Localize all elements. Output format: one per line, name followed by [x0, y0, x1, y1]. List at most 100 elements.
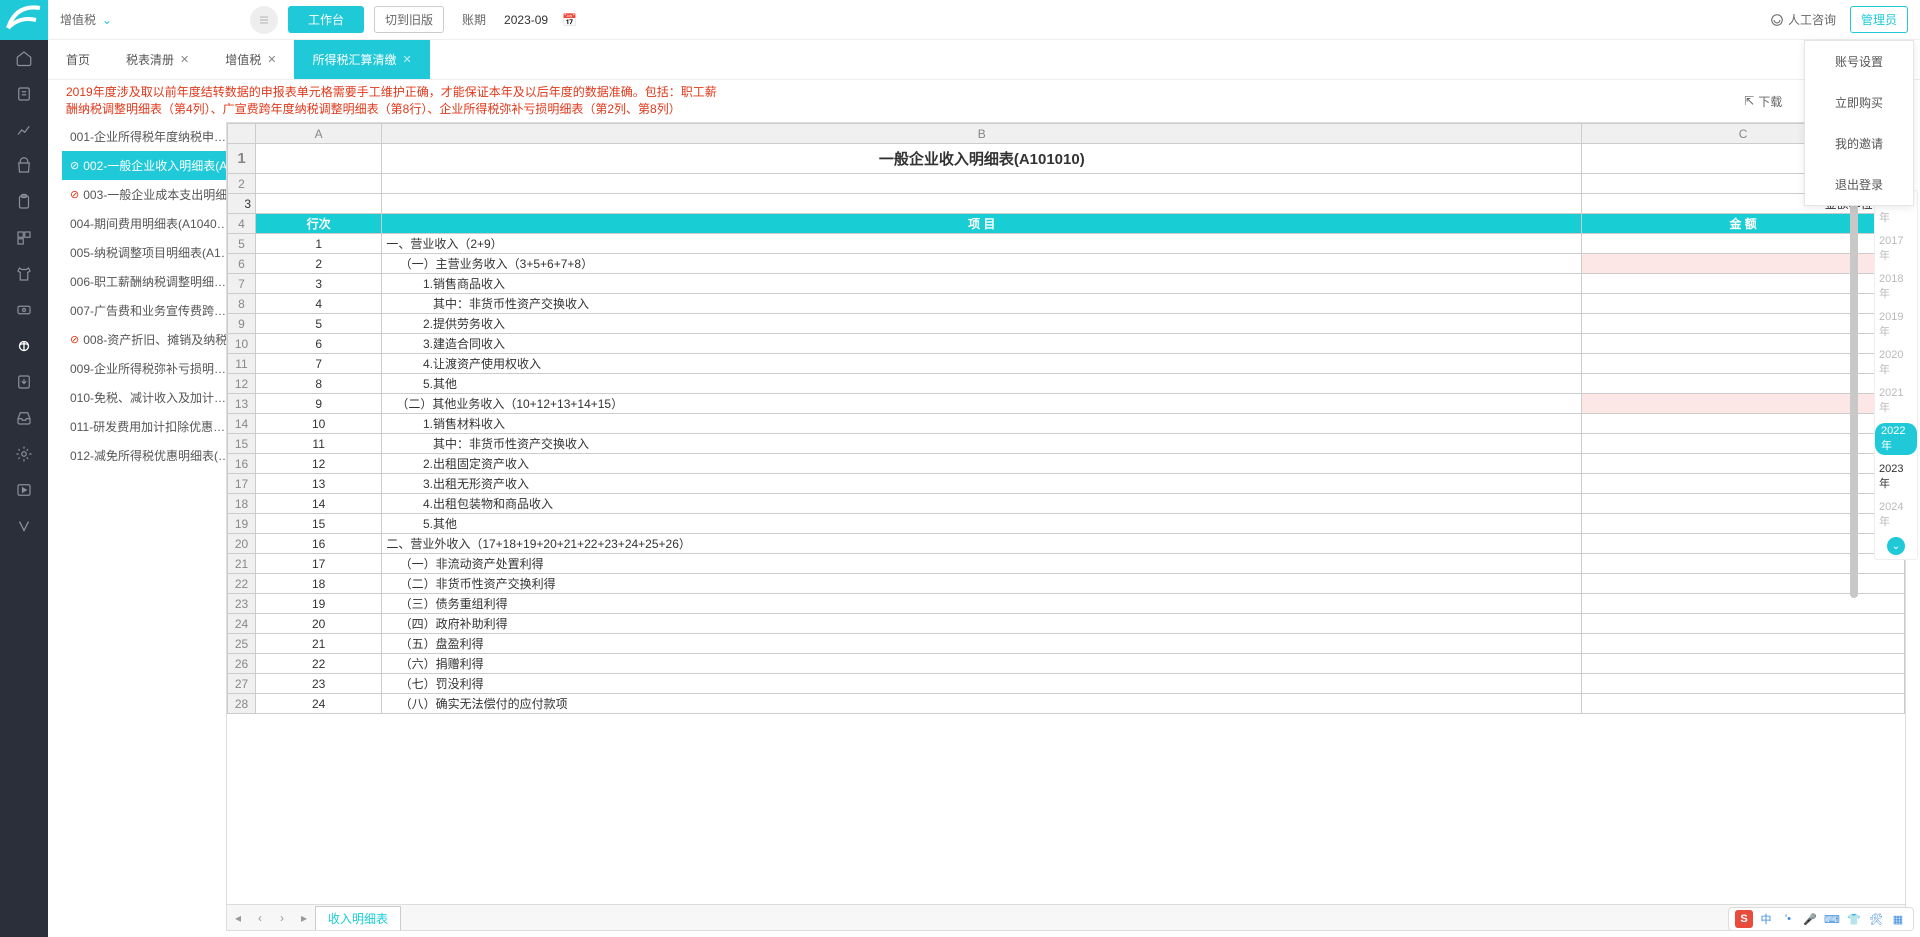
nav-tax-icon[interactable]: [0, 328, 48, 364]
ime-lang[interactable]: 中: [1757, 910, 1775, 928]
row-num: 2: [256, 254, 382, 274]
row-num: 1: [256, 234, 382, 254]
row-item: （七）罚没利得: [382, 674, 1582, 694]
form-item-2[interactable]: ⊘003-一般企业成本支出明细…: [62, 180, 226, 209]
row-item: （五）盘盈利得: [382, 634, 1582, 654]
nav-play-icon[interactable]: [0, 472, 48, 508]
nav-tshirt-icon[interactable]: [0, 256, 48, 292]
year-2018年[interactable]: 2018年: [1875, 271, 1917, 303]
workbench-button[interactable]: 工作台: [288, 6, 364, 33]
year-2022年[interactable]: 2022年: [1875, 423, 1917, 455]
row-num: 15: [256, 514, 382, 534]
ime-grid-icon[interactable]: ▦: [1889, 910, 1907, 928]
row-num: 17: [256, 554, 382, 574]
sheet-tab[interactable]: 收入明细表: [315, 906, 401, 930]
sheet-nav-next[interactable]: ›: [271, 911, 293, 925]
year-2024年[interactable]: 2024年: [1875, 499, 1917, 531]
nav-grid-icon[interactable]: [0, 220, 48, 256]
nav-export-icon[interactable]: [0, 364, 48, 400]
user-menu-item-3[interactable]: 退出登录: [1805, 164, 1913, 205]
tax-type-selector[interactable]: 增值税 ⌄: [60, 11, 240, 28]
ime-toolbar[interactable]: S 中 '• 🎤 ⌨ 👕 🛠 ▦: [1728, 907, 1914, 931]
consult-link[interactable]: 人工咨询: [1770, 11, 1836, 28]
row-item: （一）主营业务收入（3+5+6+7+8）: [382, 254, 1582, 274]
nav-clip-icon[interactable]: [0, 184, 48, 220]
admin-button[interactable]: 管理员: [1850, 6, 1908, 33]
row-item: 其中：非货币性资产交换收入: [382, 294, 1582, 314]
user-menu-item-0[interactable]: 账号设置: [1805, 41, 1913, 82]
row-item: 2.出租固定资产收入: [382, 454, 1582, 474]
tab-3[interactable]: 所得税汇算清缴✕: [294, 40, 429, 79]
tab-close-icon[interactable]: ✕: [180, 53, 189, 66]
sheet-nav-last[interactable]: ▸: [293, 911, 315, 925]
row-num: 19: [256, 594, 382, 614]
warn-icon: ⊘: [70, 188, 79, 201]
year-2020年[interactable]: 2020年: [1875, 347, 1917, 379]
ime-keyboard-icon[interactable]: ⌨: [1823, 910, 1841, 928]
sheet-nav-prev[interactable]: ‹: [249, 911, 271, 925]
calendar-icon[interactable]: 📅: [562, 13, 577, 27]
row-num: 18: [256, 574, 382, 594]
row-item: （三）债务重组利得: [382, 594, 1582, 614]
nav-chart-icon[interactable]: [0, 112, 48, 148]
form-item-9[interactable]: 010-免税、减计收入及加计…: [62, 383, 226, 412]
sheet-nav-first[interactable]: ◂: [227, 911, 249, 925]
year-2019年[interactable]: 2019年: [1875, 309, 1917, 341]
row-num: 10: [256, 414, 382, 434]
row-item: 4.让渡资产使用权收入: [382, 354, 1582, 374]
form-item-1[interactable]: ⊘002-一般企业收入明细表(A1…: [62, 151, 226, 180]
year-more-icon[interactable]: ⌄: [1887, 537, 1905, 555]
row-num: 16: [256, 534, 382, 554]
tab-1[interactable]: 税表清册✕: [108, 40, 207, 79]
row-item: 其中：非货币性资产交换收入: [382, 434, 1582, 454]
form-item-10[interactable]: 011-研发费用加计扣除优惠…: [62, 412, 226, 441]
col-header: B: [382, 124, 1582, 144]
sheet-tabs-bar: ◂ ‹ › ▸ 收入明细表 ◂: [227, 904, 1905, 930]
switch-old-button[interactable]: 切到旧版: [374, 6, 444, 33]
period-value: 2023-09: [504, 13, 548, 27]
ime-tool-icon[interactable]: 🛠: [1867, 910, 1885, 928]
form-item-0[interactable]: 001-企业所得税年度纳税申…: [62, 122, 226, 151]
tab-0[interactable]: 首页: [48, 40, 108, 79]
nav-gear-icon[interactable]: [0, 436, 48, 472]
warn-icon: ⊘: [70, 333, 79, 346]
vertical-scrollbar[interactable]: [1848, 140, 1858, 903]
nav-doc-icon[interactable]: [0, 76, 48, 112]
row-num: 11: [256, 434, 382, 454]
row-num: 13: [256, 474, 382, 494]
row-num: 4: [256, 294, 382, 314]
form-item-4[interactable]: 005-纳税调整项目明细表(A1…: [62, 238, 226, 267]
nav-bag-icon[interactable]: [0, 148, 48, 184]
list-toggle-button[interactable]: [250, 6, 278, 34]
nav-home-icon[interactable]: [0, 40, 48, 76]
tab-2[interactable]: 增值税✕: [207, 40, 294, 79]
tab-close-icon[interactable]: ✕: [267, 53, 276, 66]
form-item-3[interactable]: 004-期间费用明细表(A1040…: [62, 209, 226, 238]
ime-mic-icon[interactable]: 🎤: [1801, 910, 1819, 928]
form-item-7[interactable]: ⊘008-资产折旧、摊销及纳税…: [62, 325, 226, 354]
download-button[interactable]: ⇱ 下载: [1744, 93, 1782, 110]
ime-punct-icon[interactable]: '•: [1779, 910, 1797, 928]
form-item-6[interactable]: 007-广告费和业务宣传费跨…: [62, 296, 226, 325]
row-num: 24: [256, 694, 382, 714]
year-2023年[interactable]: 2023年: [1875, 461, 1917, 493]
form-list: 001-企业所得税年度纳税申…⊘002-一般企业收入明细表(A1…⊘003-一般…: [62, 122, 226, 931]
form-item-11[interactable]: 012-减免所得税优惠明细表(…: [62, 441, 226, 470]
user-menu-item-2[interactable]: 我的邀请: [1805, 123, 1913, 164]
tab-close-icon[interactable]: ✕: [403, 53, 412, 66]
year-2017年[interactable]: 2017年: [1875, 233, 1917, 265]
year-2021年[interactable]: 2021年: [1875, 385, 1917, 417]
form-item-5[interactable]: 006-职工薪酬纳税调整明细…: [62, 267, 226, 296]
row-item: 5.其他: [382, 374, 1582, 394]
period-label: 账期: [462, 11, 486, 28]
brand-logo: [0, 0, 48, 40]
sheet-scroll[interactable]: ABC1一般企业收入明细表(A101010)23金额单位： 元4行次项 目金 额…: [227, 123, 1905, 904]
nav-v-icon[interactable]: [0, 508, 48, 544]
form-item-8[interactable]: 009-企业所得税弥补亏损明…: [62, 354, 226, 383]
nav-inbox-icon[interactable]: [0, 400, 48, 436]
nav-money-icon[interactable]: [0, 292, 48, 328]
user-menu-item-1[interactable]: 立即购买: [1805, 82, 1913, 123]
ime-skin-icon[interactable]: 👕: [1845, 910, 1863, 928]
row-item: 2.提供劳务收入: [382, 314, 1582, 334]
row-num: 14: [256, 494, 382, 514]
